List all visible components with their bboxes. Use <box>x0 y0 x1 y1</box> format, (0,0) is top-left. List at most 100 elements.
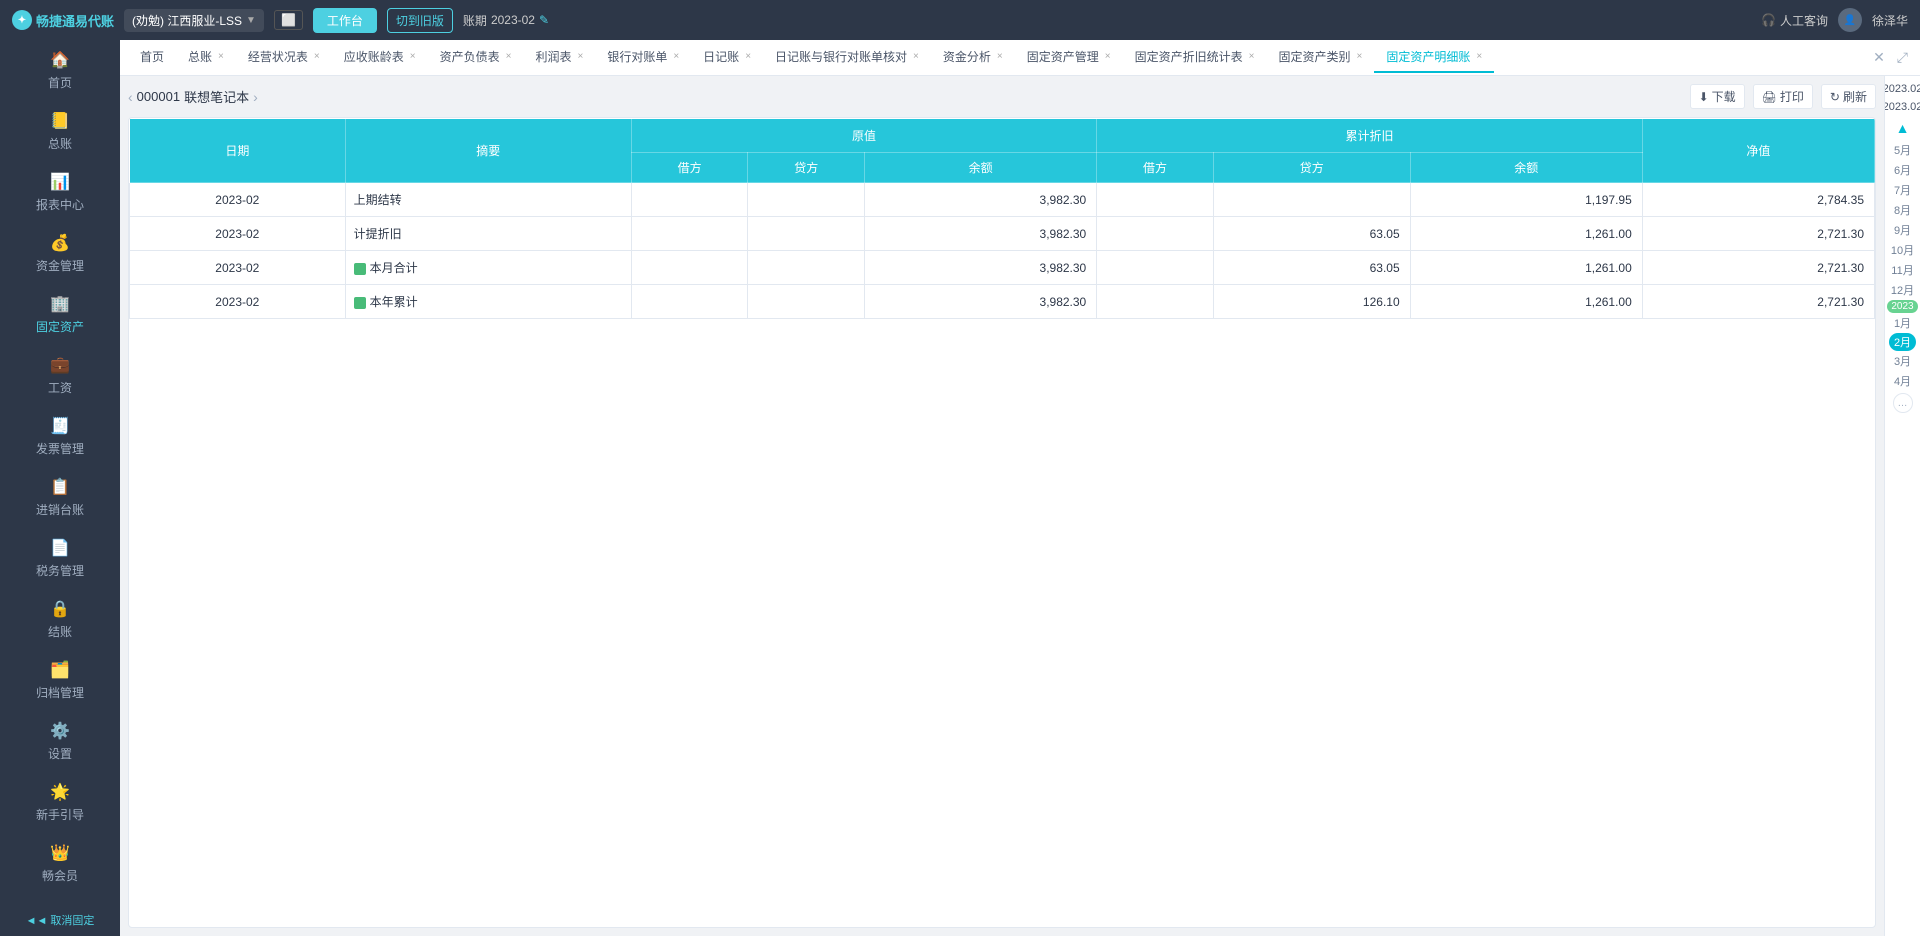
sidebar-item-home[interactable]: 🏠 首页 <box>0 40 120 101</box>
month-6[interactable]: 6月 <box>1894 160 1911 180</box>
workbench-button[interactable]: 工作台 <box>313 8 377 33</box>
next-asset-button[interactable]: › <box>253 89 258 105</box>
tab-fixed-type-close[interactable]: × <box>1356 51 1362 62</box>
month-1[interactable]: 1月 <box>1894 313 1911 333</box>
sidebar-label-close: 结账 <box>48 623 72 640</box>
tab-journal[interactable]: 日记账 × <box>691 42 763 73</box>
tab-fixed-mgmt-close[interactable]: × <box>1105 51 1111 62</box>
month-3[interactable]: 3月 <box>1894 351 1911 371</box>
month-12[interactable]: 12月 <box>1891 280 1914 300</box>
switch-version-button[interactable]: 切到旧版 <box>387 8 453 33</box>
tab-profit-close[interactable]: × <box>577 51 583 62</box>
tab-fixed-detail-close[interactable]: × <box>1476 51 1482 62</box>
tab-bank-statement[interactable]: 银行对账单 × <box>595 42 691 73</box>
sidebar-item-settings[interactable]: ⚙️ 设置 <box>0 711 120 772</box>
sidebar-item-reports[interactable]: 📊 报表中心 <box>0 162 120 223</box>
tab-operations[interactable]: 经营状况表 × <box>236 42 332 73</box>
app-name: 畅捷通易代账 <box>36 11 114 30</box>
print-button[interactable]: 🖨 打印 <box>1753 84 1813 109</box>
month-9[interactable]: 9月 <box>1894 220 1911 240</box>
col-accum-debit: 借方 <box>1097 153 1214 183</box>
username[interactable]: 徐泽华 <box>1872 12 1908 29</box>
cell-date: 2023-02 <box>130 285 346 319</box>
tab-balance-close[interactable]: × <box>506 51 512 62</box>
more-options-button[interactable]: … <box>1893 393 1913 413</box>
tab-fixed-mgmt[interactable]: 固定资产管理 × <box>1015 42 1123 73</box>
company-selector[interactable]: (劝勉) 江西服业-LSS ▼ <box>124 9 264 32</box>
cell-orig-balance: 3,982.30 <box>865 183 1097 217</box>
tab-journal-bank[interactable]: 日记账与银行对账单核对 × <box>763 42 931 73</box>
copy-button[interactable]: ⬜ <box>274 10 303 30</box>
tab-fixed-depr-close[interactable]: × <box>1249 51 1255 62</box>
sidebar-item-ledger[interactable]: 📒 总账 <box>0 101 120 162</box>
tab-close-all-icon[interactable]: ✕ <box>1869 47 1889 68</box>
sidebar-item-tax[interactable]: 📄 税务管理 <box>0 528 120 589</box>
cell-summary: 计提折旧 <box>345 217 631 251</box>
tab-bar: 首页 总账 × 经营状况表 × 应收账龄表 × 资产负债表 × 利润表 × <box>120 40 1920 76</box>
green-tag <box>354 297 366 309</box>
cell-date: 2023-02 <box>130 251 346 285</box>
scroll-up-icon[interactable]: ▲ <box>1892 116 1914 140</box>
cell-orig-credit <box>748 217 865 251</box>
tab-bank-statement-close[interactable]: × <box>673 51 679 62</box>
service-label: 人工客询 <box>1780 12 1828 29</box>
sidebar-item-fixed-assets[interactable]: 🏢 固定资产 <box>0 284 120 345</box>
sidebar-label-reports: 报表中心 <box>36 196 84 213</box>
refresh-label: 刷新 <box>1843 88 1867 105</box>
year-label-2[interactable]: 2023.02 <box>1884 98 1920 116</box>
sidebar-pin-toggle[interactable]: ◄◄ 取消固定 <box>0 904 120 936</box>
cell-accum-debit <box>1097 285 1214 319</box>
table-row: 2023-02 上期结转 3,982.30 1,197.95 2,784.35 <box>130 183 1875 217</box>
sidebar-item-member[interactable]: 👑 畅会员 <box>0 833 120 894</box>
sidebar-item-invoice[interactable]: 🧾 发票管理 <box>0 406 120 467</box>
sidebar-item-purchase-sales[interactable]: 📋 进销台账 <box>0 467 120 528</box>
sidebar-item-funds[interactable]: 💰 资金管理 <box>0 223 120 284</box>
tab-fixed-detail[interactable]: 固定资产明细账 × <box>1374 42 1494 73</box>
tab-ledger[interactable]: 总账 × <box>176 42 236 73</box>
cell-orig-credit <box>748 251 865 285</box>
user-avatar[interactable]: 👤 <box>1838 8 1862 32</box>
refresh-icon: ↻ <box>1830 90 1840 104</box>
sidebar-item-close[interactable]: 🔒 结账 <box>0 589 120 650</box>
month-5[interactable]: 5月 <box>1894 140 1911 160</box>
tab-funds-analysis[interactable]: 资金分析 × <box>931 42 1015 73</box>
refresh-button[interactable]: ↻ 刷新 <box>1821 84 1876 109</box>
fixed-assets-icon: 🏢 <box>50 294 70 314</box>
col-accum-balance: 余额 <box>1410 153 1642 183</box>
tab-journal-close[interactable]: × <box>745 51 751 62</box>
tab-receivables[interactable]: 应收账龄表 × <box>332 42 428 73</box>
tab-receivables-close[interactable]: × <box>410 51 416 62</box>
month-2-active[interactable]: 2月 <box>1889 333 1916 351</box>
sidebar-item-payroll[interactable]: 💼 工资 <box>0 345 120 406</box>
content-area: 首页 总账 × 经营状况表 × 应收账龄表 × 资产负债表 × 利润表 × <box>120 40 1920 936</box>
period-value: 2023-02 <box>491 13 535 27</box>
user-service[interactable]: 🎧 人工客询 <box>1761 12 1828 29</box>
prev-asset-button[interactable]: ‹ <box>128 89 133 105</box>
tab-funds-analysis-close[interactable]: × <box>997 51 1003 62</box>
page-content: ‹ 000001 联想笔记本 › ⬇ 下载 🖨 打印 <box>120 76 1884 936</box>
cell-orig-debit <box>631 285 748 319</box>
sidebar-item-archive[interactable]: 🗂️ 归档管理 <box>0 650 120 711</box>
tab-fixed-depr[interactable]: 固定资产折旧统计表 × <box>1123 42 1267 73</box>
tab-profit[interactable]: 利润表 × <box>523 42 595 73</box>
print-icon: 🖨 <box>1762 90 1777 104</box>
tab-operations-close[interactable]: × <box>314 51 320 62</box>
tab-journal-bank-close[interactable]: × <box>913 51 919 62</box>
download-button[interactable]: ⬇ 下载 <box>1690 84 1745 109</box>
month-11[interactable]: 11月 <box>1891 260 1913 280</box>
month-4[interactable]: 4月 <box>1894 371 1911 391</box>
tab-home[interactable]: 首页 <box>128 42 176 73</box>
month-8[interactable]: 8月 <box>1894 200 1911 220</box>
period-edit-icon[interactable]: ✎ <box>539 13 549 27</box>
tab-expand-icon[interactable]: ⤢ <box>1893 47 1912 68</box>
tab-ledger-close[interactable]: × <box>218 51 224 62</box>
cell-orig-balance: 3,982.30 <box>865 217 1097 251</box>
cell-orig-debit <box>631 217 748 251</box>
cell-date: 2023-02 <box>130 183 346 217</box>
month-7[interactable]: 7月 <box>1894 180 1911 200</box>
sidebar-item-guide[interactable]: 🌟 新手引导 <box>0 772 120 833</box>
tab-balance[interactable]: 资产负债表 × <box>428 42 524 73</box>
year-label-1[interactable]: 2023.02 <box>1884 80 1920 98</box>
month-10[interactable]: 10月 <box>1891 240 1914 260</box>
tab-fixed-type[interactable]: 固定资产类别 × <box>1266 42 1374 73</box>
